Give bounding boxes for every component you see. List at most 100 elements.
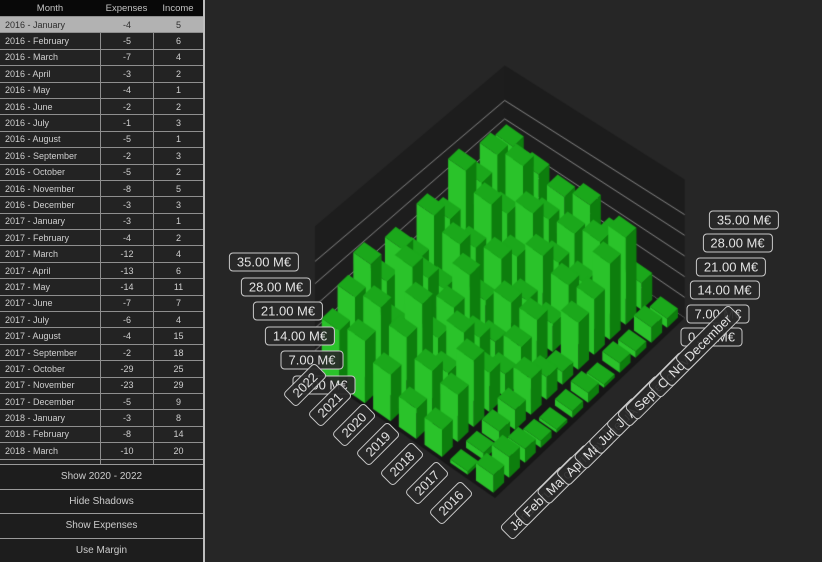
month-cell: 2017 - October	[5, 363, 66, 374]
table-row[interactable]: 2017 - May -14 11	[0, 279, 203, 296]
table-row[interactable]: 2018 - January -3 8	[0, 410, 203, 427]
month-cell: 2016 - March	[5, 52, 59, 63]
income-cell: 25	[153, 361, 203, 377]
expenses-cell: -8	[100, 180, 153, 197]
table-row[interactable]: 2017 - February -4 2	[0, 230, 203, 247]
hide-shadows-button[interactable]: Hide Shadows	[0, 488, 203, 513]
table-row[interactable]: 2017 - December -5 9	[0, 393, 203, 411]
table-row[interactable]: 2016 - December -3 3	[0, 197, 203, 214]
col-header-month: Month	[36, 2, 64, 14]
table-row[interactable]: 2018 - February -8 14	[0, 426, 203, 444]
expenses-cell: -4	[100, 82, 153, 98]
month-cell: 2017 - March	[5, 249, 59, 260]
table-row[interactable]: 2018 - March -10 20	[0, 443, 203, 460]
expenses-cell: -12	[100, 246, 153, 262]
table-row[interactable]: 2017 - March -12 4	[0, 246, 203, 263]
table-row[interactable]: 2016 - October -5 2	[0, 164, 203, 181]
value-axis-label-right: 28.00 M€	[702, 233, 773, 253]
income-cell: 5	[175, 19, 181, 30]
expenses-cell: -4	[122, 19, 131, 30]
month-cell: 2017 - April	[5, 265, 51, 276]
income-cell: 3	[153, 148, 203, 164]
value-axis-label-left: 35.00 M€	[228, 252, 300, 272]
expenses-cell: -3	[100, 197, 153, 213]
table-row[interactable]: 2017 - September -2 18	[0, 344, 203, 362]
income-cell: 8	[153, 410, 203, 426]
data-table-panel: Month Expenses Income 2016 - January -4 5 2…	[0, 0, 205, 562]
month-cell: 2017 - January	[5, 216, 66, 227]
income-cell: 5	[153, 180, 203, 197]
table-row[interactable]: 2016 - June -2 2	[0, 98, 203, 116]
expenses-cell: -5	[100, 33, 153, 49]
expenses-cell: -10	[100, 443, 153, 459]
month-cell: 2017 - December	[5, 396, 75, 407]
table-row[interactable]: 2017 - April -13 6	[0, 262, 203, 280]
expenses-cell: -5	[100, 393, 153, 410]
table-row[interactable]: 2016 - July -1 3	[0, 115, 203, 132]
income-cell: 9	[153, 393, 203, 410]
expenses-cell: -2	[100, 344, 153, 361]
income-cell: 29	[153, 377, 203, 393]
month-cell: 2016 - July	[5, 118, 50, 129]
income-cell: 20	[153, 443, 203, 459]
table-row[interactable]: 2017 - June -7 7	[0, 295, 203, 313]
show-years-button[interactable]: Show 2020 - 2022	[0, 464, 203, 489]
month-cell: 2018 - March	[5, 445, 59, 456]
expenses-cell: -1	[100, 115, 153, 131]
value-axis-label-left: 14.00 M€	[264, 326, 336, 346]
value-axis-label-left: 21.00 M€	[252, 301, 324, 321]
income-cell: 2	[153, 66, 203, 82]
month-cell: 2017 - August	[5, 331, 61, 342]
expenses-cell: -5	[100, 131, 153, 148]
table-row[interactable]: 2016 - August -5 1	[0, 131, 203, 149]
income-cell: 3	[153, 115, 203, 131]
month-cell: 2017 - September	[5, 347, 78, 358]
show-expenses-button[interactable]: Show Expenses	[0, 513, 203, 538]
month-cell: 2016 - April	[5, 68, 51, 79]
table-row[interactable]: 2016 - November -8 5	[0, 180, 203, 198]
table-row[interactable]: 2016 - May -4 1	[0, 82, 203, 99]
income-cell: 6	[153, 33, 203, 49]
income-cell: 2	[153, 230, 203, 246]
table-row[interactable]: 2017 - July -6 4	[0, 312, 203, 329]
income-cell: 7	[153, 295, 203, 312]
expenses-cell: -29	[100, 361, 153, 377]
month-cell: 2018 - February	[5, 429, 70, 440]
value-axis-label-right: 14.00 M€	[689, 280, 760, 300]
table-row[interactable]: 2017 - January -3 1	[0, 213, 203, 231]
expenses-cell: -3	[100, 410, 153, 426]
table-row[interactable]: 2016 - January -4 5	[0, 17, 203, 34]
month-cell: 2016 - October	[5, 167, 66, 178]
income-cell: 4	[153, 246, 203, 262]
table-row[interactable]: 2016 - April -3 2	[0, 66, 203, 83]
income-cell: 14	[153, 426, 203, 443]
expenses-cell: -4	[100, 328, 153, 344]
app-window: Month Expenses Income 2016 - January -4 5 2…	[0, 0, 822, 562]
month-cell: 2016 - January	[5, 19, 66, 30]
button-stack: Show 2020 - 2022 Hide Shadows Show Expen…	[0, 464, 203, 562]
use-margin-button[interactable]: Use Margin	[0, 537, 203, 562]
expenses-cell: -7	[100, 49, 153, 66]
income-cell: 15	[153, 328, 203, 344]
table-row[interactable]: 2016 - February -5 6	[0, 33, 203, 50]
income-cell: 1	[153, 131, 203, 148]
expenses-cell: -13	[100, 262, 153, 279]
table-row[interactable]: 2017 - October -29 25	[0, 361, 203, 378]
expenses-cell: -3	[100, 213, 153, 230]
income-cell: 1	[153, 213, 203, 230]
col-header-expenses: Expenses	[105, 2, 148, 14]
table-row[interactable]: 2016 - March -7 4	[0, 49, 203, 67]
table-row[interactable]: 2017 - August -4 15	[0, 328, 203, 345]
month-cell: 2016 - February	[5, 36, 70, 47]
table-row[interactable]: 2016 - September -2 3	[0, 148, 203, 165]
expenses-cell: -3	[100, 66, 153, 82]
month-cell: 2017 - November	[5, 380, 75, 391]
month-cell: 2018 - January	[5, 413, 66, 424]
table-header: Month Expenses Income	[0, 0, 203, 17]
income-cell: 1	[153, 82, 203, 98]
table-row[interactable]: 2017 - November -23 29	[0, 377, 203, 394]
expenses-cell: -7	[100, 295, 153, 312]
value-axis-label-right: 35.00 M€	[708, 210, 780, 230]
table-body: 2016 - January -4 5 2016 - February -5 6 2016 …	[0, 17, 203, 464]
income-cell: 4	[153, 49, 203, 66]
